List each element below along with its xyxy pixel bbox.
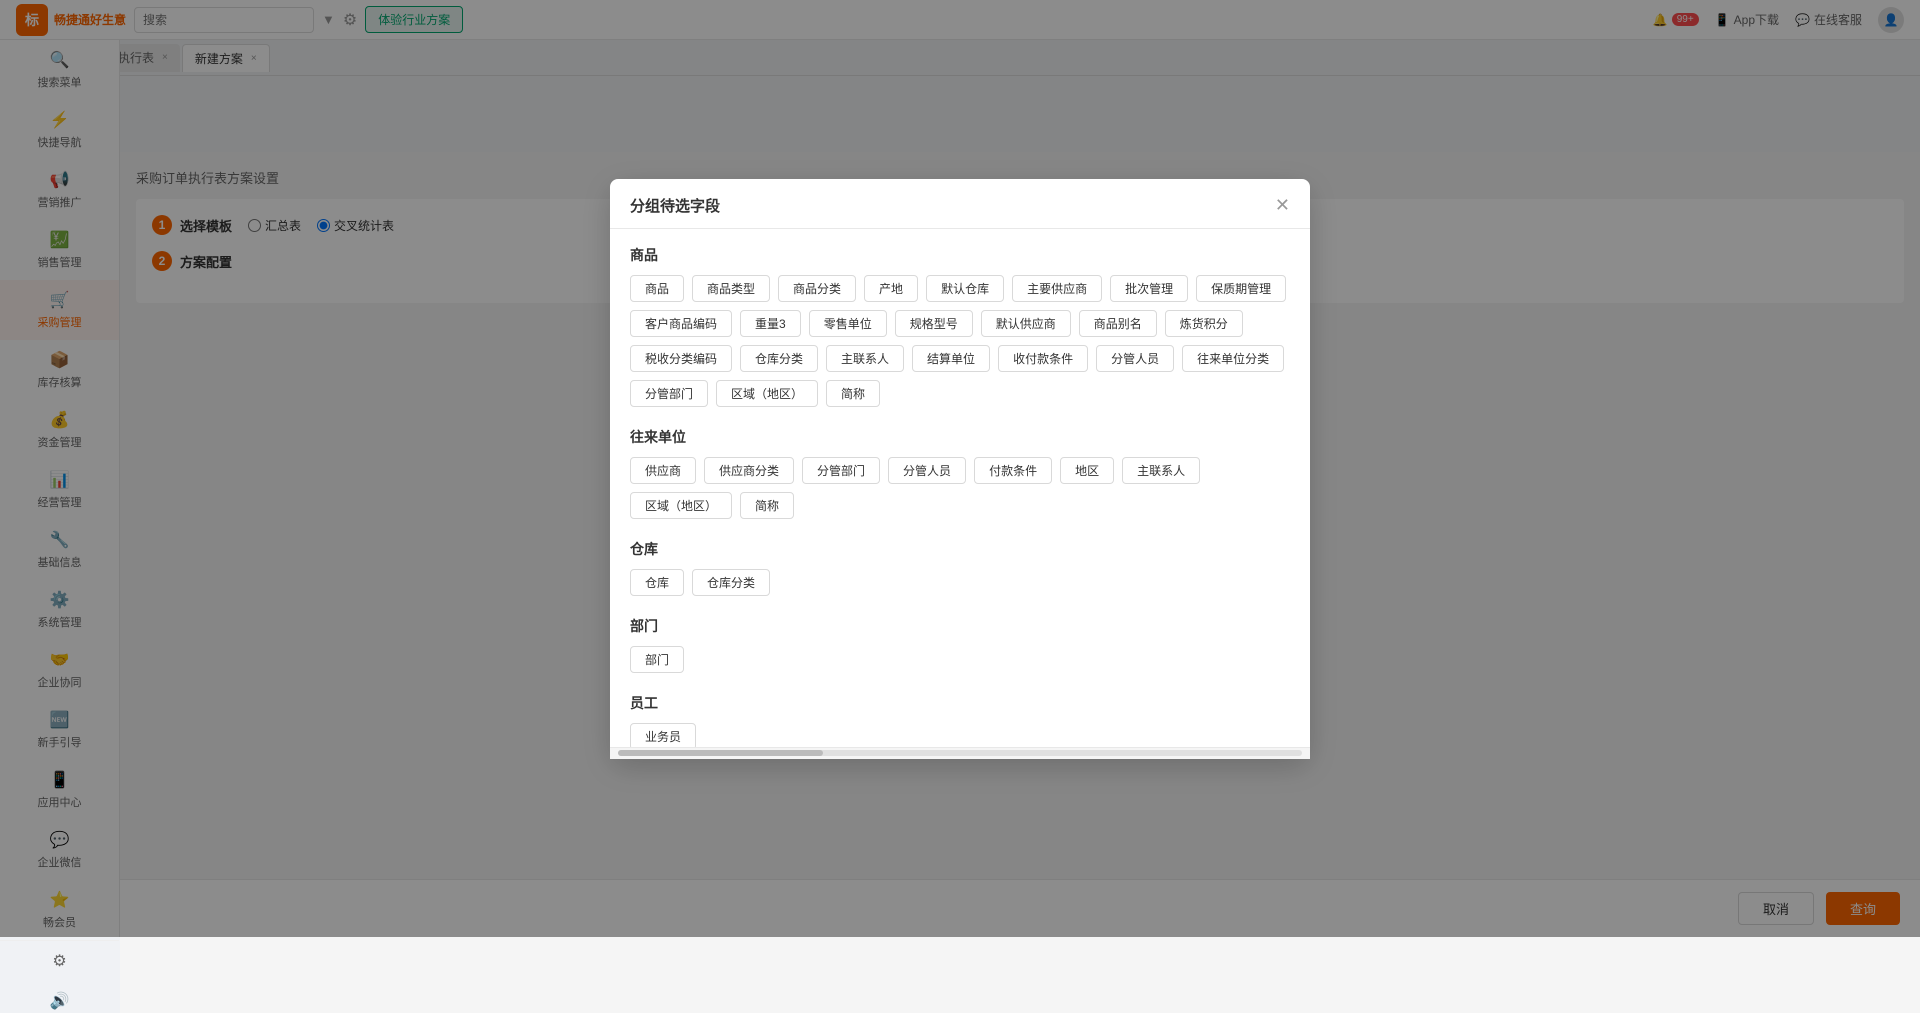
field-tag-1-0[interactable]: 供应商 <box>630 457 696 484</box>
modal-dialog: 分组待选字段 ✕ 商品商品商品类型商品分类产地默认仓库主要供应商批次管理保质期管… <box>610 179 1310 759</box>
field-tag-1-3[interactable]: 分管人员 <box>888 457 966 484</box>
modal-body: 商品商品商品类型商品分类产地默认仓库主要供应商批次管理保质期管理客户商品编码重量… <box>610 229 1310 748</box>
field-tag-2-0[interactable]: 仓库 <box>630 569 684 596</box>
section-title-2: 仓库 <box>630 539 1290 559</box>
field-tag-0-4[interactable]: 默认仓库 <box>926 275 1004 302</box>
field-tag-2-1[interactable]: 仓库分类 <box>692 569 770 596</box>
field-tag-0-8[interactable]: 客户商品编码 <box>630 310 732 337</box>
field-tag-1-6[interactable]: 主联系人 <box>1122 457 1200 484</box>
field-tag-0-0[interactable]: 商品 <box>630 275 684 302</box>
field-tag-0-6[interactable]: 批次管理 <box>1110 275 1188 302</box>
modal-overlay[interactable]: 分组待选字段 ✕ 商品商品商品类型商品分类产地默认仓库主要供应商批次管理保质期管… <box>0 0 1920 937</box>
field-tag-0-13[interactable]: 商品别名 <box>1079 310 1157 337</box>
field-tag-1-7[interactable]: 区域（地区） <box>630 492 732 519</box>
field-tag-1-1[interactable]: 供应商分类 <box>704 457 794 484</box>
field-tag-1-5[interactable]: 地区 <box>1060 457 1114 484</box>
field-grid-4: 业务员 <box>630 723 1290 748</box>
modal-close-btn[interactable]: ✕ <box>1275 196 1290 214</box>
field-tag-4-0[interactable]: 业务员 <box>630 723 696 748</box>
field-tag-1-2[interactable]: 分管部门 <box>802 457 880 484</box>
modal-horizontal-scrollbar[interactable] <box>610 747 1310 759</box>
field-tag-0-22[interactable]: 分管部门 <box>630 380 708 407</box>
field-section-商品: 商品商品商品类型商品分类产地默认仓库主要供应商批次管理保质期管理客户商品编码重量… <box>630 245 1290 407</box>
field-section-部门: 部门部门 <box>630 616 1290 673</box>
field-grid-2: 仓库仓库分类 <box>630 569 1290 596</box>
field-tag-0-5[interactable]: 主要供应商 <box>1012 275 1102 302</box>
field-grid-3: 部门 <box>630 646 1290 673</box>
field-tag-0-12[interactable]: 默认供应商 <box>981 310 1071 337</box>
field-tag-0-2[interactable]: 商品分类 <box>778 275 856 302</box>
field-tag-0-3[interactable]: 产地 <box>864 275 918 302</box>
field-tag-0-24[interactable]: 简称 <box>826 380 880 407</box>
field-tag-0-14[interactable]: 炼货积分 <box>1165 310 1243 337</box>
field-grid-1: 供应商供应商分类分管部门分管人员付款条件地区主联系人区域（地区） 简称 <box>630 457 1290 519</box>
field-tag-0-18[interactable]: 结算单位 <box>912 345 990 372</box>
section-title-4: 员工 <box>630 693 1290 713</box>
modal-title: 分组待选字段 <box>630 195 720 216</box>
field-tag-0-23[interactable]: 区域（地区） <box>716 380 818 407</box>
field-tag-0-1[interactable]: 商品类型 <box>692 275 770 302</box>
field-tag-0-7[interactable]: 保质期管理 <box>1196 275 1286 302</box>
field-tag-0-17[interactable]: 主联系人 <box>826 345 904 372</box>
field-tag-0-11[interactable]: 规格型号 <box>895 310 973 337</box>
modal-header: 分组待选字段 ✕ <box>610 179 1310 229</box>
field-tag-0-15[interactable]: 税收分类编码 <box>630 345 732 372</box>
field-section-往来单位: 往来单位供应商供应商分类分管部门分管人员付款条件地区主联系人区域（地区） 简称 <box>630 427 1290 519</box>
section-title-1: 往来单位 <box>630 427 1290 447</box>
field-grid-0: 商品商品类型商品分类产地默认仓库主要供应商批次管理保质期管理客户商品编码重量3 零… <box>630 275 1290 407</box>
section-title-3: 部门 <box>630 616 1290 636</box>
field-tag-0-21[interactable]: 往来单位分类 <box>1182 345 1284 372</box>
field-tag-0-9[interactable]: 重量3 <box>740 310 801 337</box>
field-tag-3-0[interactable]: 部门 <box>630 646 684 673</box>
field-section-员工: 员工业务员 <box>630 693 1290 748</box>
field-tag-1-8[interactable]: 简称 <box>740 492 794 519</box>
field-tag-0-19[interactable]: 收付款条件 <box>998 345 1088 372</box>
field-tag-0-20[interactable]: 分管人员 <box>1096 345 1174 372</box>
field-section-仓库: 仓库仓库仓库分类 <box>630 539 1290 596</box>
section-title-0: 商品 <box>630 245 1290 265</box>
field-tag-0-16[interactable]: 仓库分类 <box>740 345 818 372</box>
field-tag-1-4[interactable]: 付款条件 <box>974 457 1052 484</box>
field-tag-0-10[interactable]: 零售单位 <box>809 310 887 337</box>
